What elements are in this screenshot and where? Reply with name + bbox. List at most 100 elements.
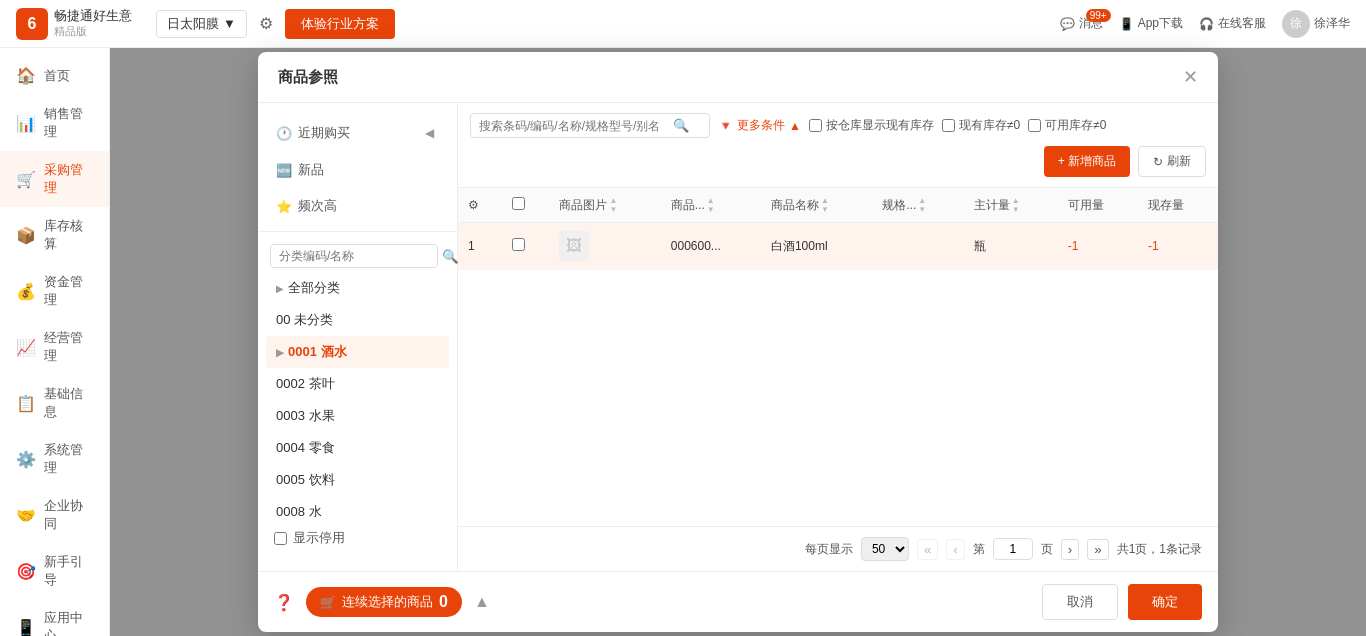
category-0001-label: 0001 酒水 — [288, 343, 347, 361]
tab-recent-purchase[interactable]: 🕐 近期购买 ◀ — [266, 115, 449, 151]
sort-arrows-img: ▲▼ — [609, 196, 617, 214]
right-panel: 🔍 🔻 更多条件 ▲ 按仓库显示现有库存 — [458, 103, 1218, 571]
td-unit: 瓶 — [964, 223, 1058, 270]
category-search-button[interactable]: 🔍 — [442, 249, 459, 264]
main-content: 商品参照 ✕ 🕐 近期购买 ◀ � — [110, 48, 1366, 636]
product-name: 白酒100ml — [771, 239, 828, 253]
tab-new-products[interactable]: 🆕 新品 — [266, 153, 449, 187]
available-nonzero-checkbox[interactable] — [1028, 119, 1041, 132]
page-prev-button[interactable]: ‹ — [946, 539, 964, 560]
th-available: 可用量 — [1058, 188, 1138, 223]
cart-label: 连续选择的商品 — [342, 593, 433, 611]
category-00[interactable]: 00 未分类 — [266, 304, 449, 336]
th-product-img: 商品图片 ▲▼ — [549, 188, 660, 223]
finance-icon: 💰 — [16, 282, 36, 301]
help-icon[interactable]: ❓ — [274, 593, 294, 612]
sidebar-item-guide[interactable]: 🎯 新手引导 — [0, 543, 109, 599]
headset-icon: 🎧 — [1199, 17, 1214, 31]
category-search-input[interactable] — [270, 244, 438, 268]
category-0001[interactable]: ▶ 0001 酒水 — [266, 336, 449, 368]
table-row[interactable]: 1 🖼 — [458, 223, 1218, 270]
system-icon: ⚙️ — [16, 450, 36, 469]
category-0008[interactable]: 0008 水 — [266, 496, 449, 517]
add-product-button[interactable]: + 新增商品 — [1044, 146, 1130, 177]
nav-messages[interactable]: 💬 消息 99+ — [1060, 15, 1103, 32]
refresh-button[interactable]: ↻ 刷新 — [1138, 146, 1206, 177]
sidebar-item-finance[interactable]: 💰 资金管理 — [0, 263, 109, 319]
sidebar-item-purchase[interactable]: 🛒 采购管理 — [0, 151, 109, 207]
row-checkbox[interactable] — [512, 238, 525, 251]
checkbox-stock-nonzero[interactable]: 现有库存≠0 — [942, 117, 1020, 134]
th-product-code: 商品... ▲▼ — [661, 188, 761, 223]
product-search-input[interactable] — [479, 119, 669, 133]
checkbox-available-nonzero[interactable]: 可用库存≠0 — [1028, 117, 1106, 134]
sort-arrows-name: ▲▼ — [821, 196, 829, 214]
frequent-icon: ⭐ — [276, 199, 292, 214]
category-0005[interactable]: 0005 饮料 — [266, 464, 449, 496]
category-0002[interactable]: 0002 茶叶 — [266, 368, 449, 400]
sidebar-item-operations[interactable]: 📈 经营管理 — [0, 319, 109, 375]
nav-app-download[interactable]: 📱 App下载 — [1119, 15, 1183, 32]
modal-title: 商品参照 — [278, 68, 338, 87]
category-all-label: 全部分类 — [288, 279, 340, 297]
sidebar-item-apps[interactable]: 📱 应用中心 — [0, 599, 109, 636]
cart-selected-button[interactable]: 🛒 连续选择的商品 0 — [306, 587, 462, 617]
product-unit: 瓶 — [974, 239, 986, 253]
chevron-down-icon: ▼ — [223, 16, 236, 31]
brand-sub: 精品版 — [54, 24, 132, 39]
collapse-left-panel-button[interactable]: ◀ — [419, 123, 439, 143]
select-all-checkbox[interactable] — [512, 197, 525, 210]
available-value: -1 — [1068, 239, 1079, 253]
sidebar-label-home: 首页 — [44, 67, 70, 85]
per-page-select[interactable]: 50 — [861, 537, 909, 561]
cancel-button[interactable]: 取消 — [1042, 584, 1118, 620]
guide-icon: 🎯 — [16, 562, 36, 581]
sidebar-item-sales[interactable]: 📊 销售管理 — [0, 95, 109, 151]
th-spec-label: 规格... — [882, 197, 916, 214]
nav-right: 💬 消息 99+ 📱 App下载 🎧 在线客服 徐 徐泽华 — [1060, 10, 1350, 38]
category-0002-label: 0002 茶叶 — [276, 375, 335, 393]
purchase-icon: 🛒 — [16, 170, 36, 189]
page-number-input[interactable] — [993, 538, 1033, 560]
experience-button[interactable]: 体验行业方案 — [285, 9, 395, 39]
modal-close-button[interactable]: ✕ — [1183, 66, 1198, 88]
more-conditions-button[interactable]: 🔻 更多条件 ▲ — [718, 117, 801, 134]
chevron-up-icon: ▲ — [789, 119, 801, 133]
nav-service[interactable]: 🎧 在线客服 — [1199, 15, 1266, 32]
sidebar-item-basic-info[interactable]: 📋 基础信息 — [0, 375, 109, 431]
modal-body: 🕐 近期购买 ◀ 🆕 新品 ⭐ 频次高 — [258, 103, 1218, 571]
category-0004[interactable]: 0004 零食 — [266, 432, 449, 464]
td-available: -1 — [1058, 223, 1138, 270]
sort-arrows-spec: ▲▼ — [918, 196, 926, 214]
settings-icon[interactable]: ⚙ — [259, 14, 273, 33]
display-stopped-checkbox[interactable] — [274, 532, 287, 545]
tab-recent-label: 近期购买 — [298, 124, 350, 142]
page-last-button[interactable]: » — [1087, 539, 1108, 560]
product-image: 🖼 — [559, 231, 589, 261]
sidebar-label-purchase: 采购管理 — [44, 161, 93, 197]
store-selector[interactable]: 日太阳膜 ▼ — [156, 10, 247, 38]
page-next-button[interactable]: › — [1061, 539, 1079, 560]
page-first-button[interactable]: « — [917, 539, 938, 560]
sidebar-item-home[interactable]: 🏠 首页 — [0, 56, 109, 95]
nav-user[interactable]: 徐 徐泽华 — [1282, 10, 1350, 38]
category-0005-label: 0005 饮料 — [276, 471, 335, 489]
confirm-button[interactable]: 确定 — [1128, 584, 1202, 620]
stock-nonzero-checkbox[interactable] — [942, 119, 955, 132]
warehouse-checkbox[interactable] — [809, 119, 822, 132]
sidebar-item-system[interactable]: ⚙️ 系统管理 — [0, 431, 109, 487]
product-search-icon[interactable]: 🔍 — [673, 118, 689, 133]
refresh-label: 刷新 — [1167, 153, 1191, 170]
sidebar-item-inventory[interactable]: 📦 库存核算 — [0, 207, 109, 263]
brand-name: 畅捷通好生意 — [54, 8, 132, 24]
collapse-footer-icon[interactable]: ▲ — [474, 593, 490, 611]
operations-icon: 📈 — [16, 338, 36, 357]
left-panel: 🕐 近期购买 ◀ 🆕 新品 ⭐ 频次高 — [258, 103, 458, 571]
column-settings-icon[interactable]: ⚙ — [468, 198, 479, 212]
category-all[interactable]: ▶ 全部分类 — [266, 272, 449, 304]
display-stopped-label: 显示停用 — [293, 529, 345, 547]
category-0003[interactable]: 0003 水果 — [266, 400, 449, 432]
checkbox-warehouse[interactable]: 按仓库显示现有库存 — [809, 117, 934, 134]
sidebar-item-enterprise[interactable]: 🤝 企业协同 — [0, 487, 109, 543]
tab-frequent[interactable]: ⭐ 频次高 — [266, 189, 449, 223]
